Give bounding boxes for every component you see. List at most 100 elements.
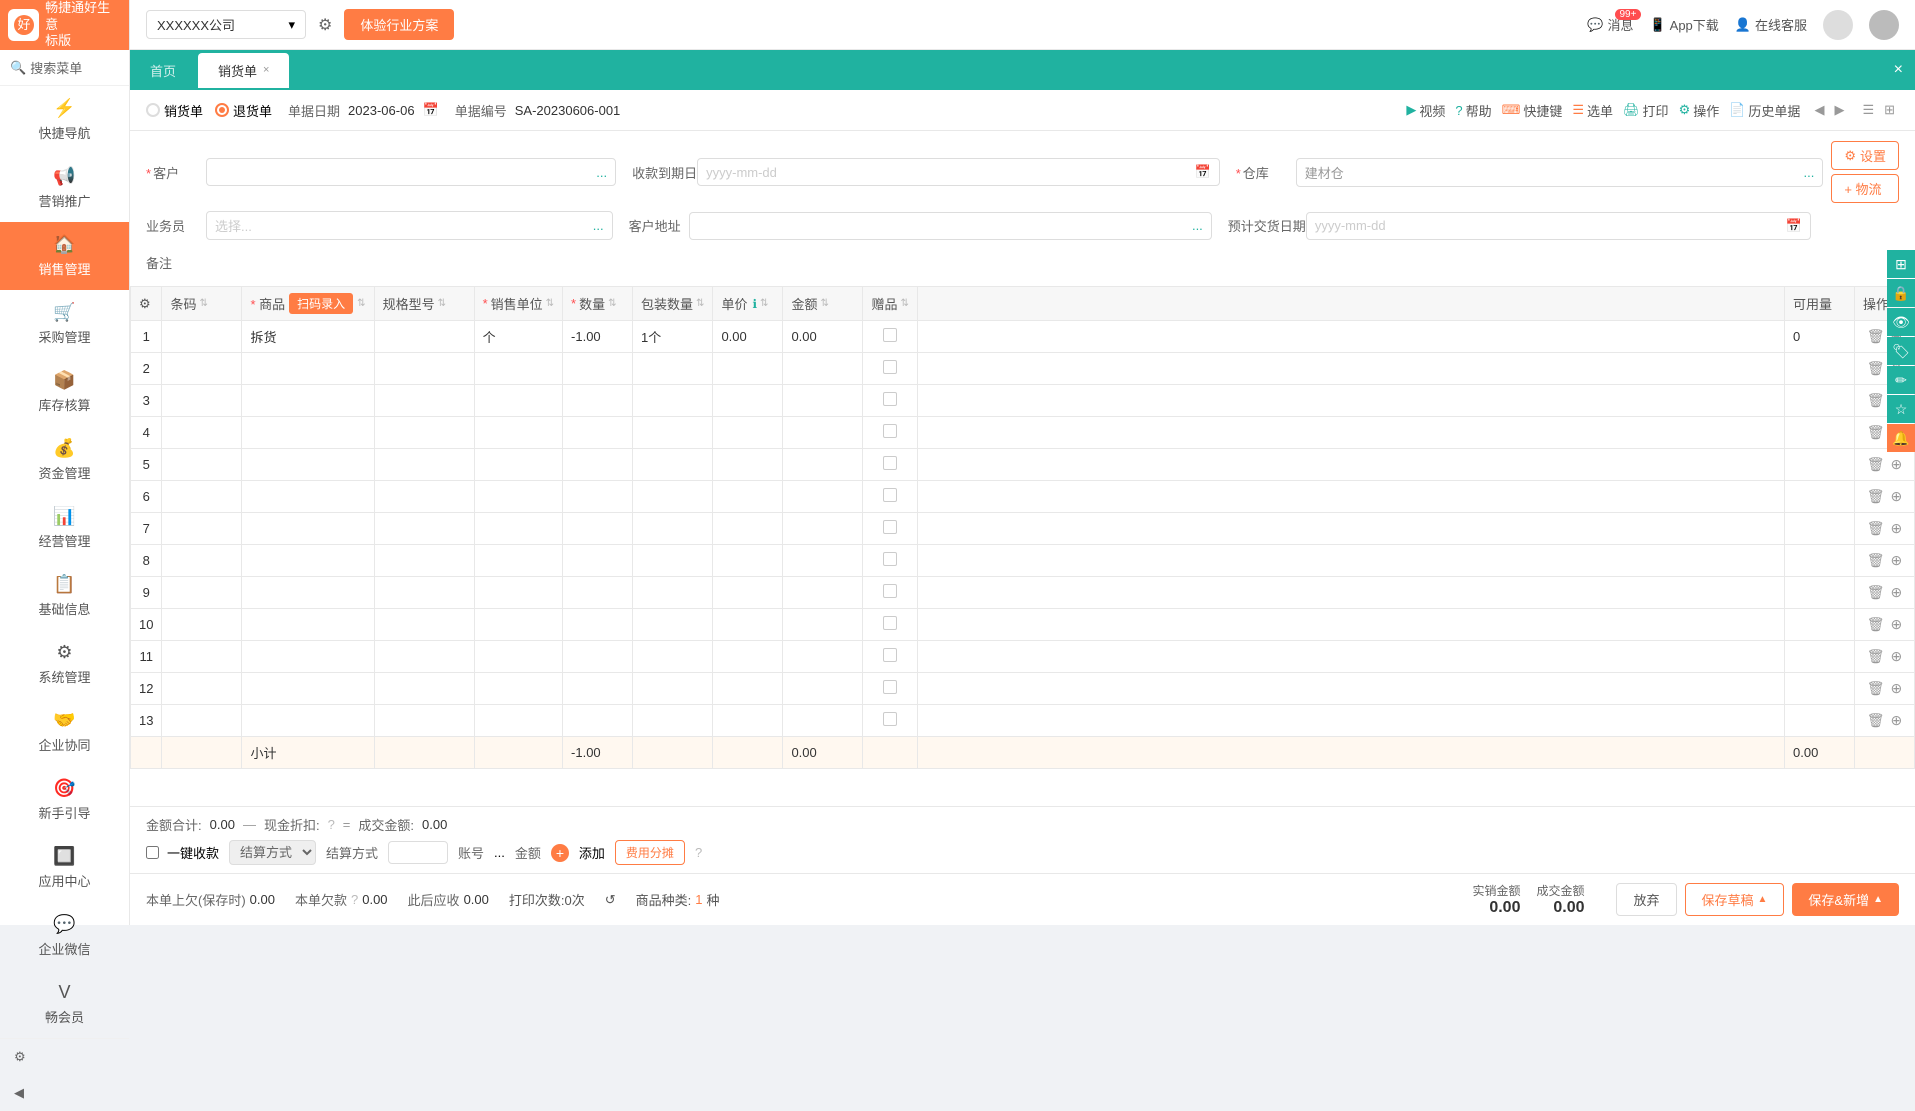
- cell-gift-5[interactable]: [863, 449, 917, 481]
- cell-goods-9[interactable]: [242, 577, 374, 609]
- cell-qty-11[interactable]: [563, 641, 633, 673]
- gift-checkbox-13[interactable]: [883, 712, 897, 726]
- cell-spec-5[interactable]: [374, 449, 474, 481]
- sidebar-settings-btn[interactable]: ⚙: [0, 1039, 129, 1075]
- cell-price-12[interactable]: [713, 673, 783, 705]
- cell-spec-12[interactable]: [374, 673, 474, 705]
- rf-star-btn[interactable]: ☆: [1887, 395, 1915, 423]
- gift-checkbox-1[interactable]: [883, 328, 897, 342]
- cell-goods-13[interactable]: [242, 705, 374, 737]
- add-payment-btn[interactable]: +: [551, 844, 569, 862]
- scan-btn[interactable]: 扫码录入: [289, 293, 353, 314]
- due-date-input[interactable]: yyyy-mm-dd 📅: [697, 158, 1220, 186]
- cell-unit-12[interactable]: [474, 673, 562, 705]
- cell-pkg-2[interactable]: [633, 353, 713, 385]
- cell-price-7[interactable]: [713, 513, 783, 545]
- delete-row-icon-9[interactable]: 🗑: [1867, 584, 1885, 601]
- cell-unit-9[interactable]: [474, 577, 562, 609]
- customer-input[interactable]: ...: [206, 158, 616, 186]
- sidebar-item-wechat[interactable]: 💬 企业微信: [0, 902, 129, 970]
- delete-row-icon-6[interactable]: 🗑: [1867, 488, 1885, 505]
- radio-sales[interactable]: 销货单: [146, 101, 203, 120]
- settings-btn[interactable]: ⚙ 设置: [1831, 141, 1899, 170]
- sidebar-collapse-btn[interactable]: ◀: [0, 1075, 129, 1111]
- delete-row-icon-3[interactable]: 🗑: [1867, 392, 1885, 409]
- rf-eye-btn[interactable]: 👁: [1887, 308, 1915, 336]
- cell-amount-1[interactable]: 0.00: [783, 321, 863, 353]
- user-avatar[interactable]: [1823, 10, 1853, 40]
- sidebar-item-inventory[interactable]: 📦 库存核算: [0, 358, 129, 426]
- cell-unit-2[interactable]: [474, 353, 562, 385]
- cell-qty-5[interactable]: [563, 449, 633, 481]
- cell-gift-7[interactable]: [863, 513, 917, 545]
- warehouse-input[interactable]: 建材仓 ...: [1296, 158, 1824, 187]
- cell-gift-2[interactable]: [863, 353, 917, 385]
- cell-unit-1[interactable]: 个: [474, 321, 562, 353]
- expense-split-btn[interactable]: 费用分摊: [615, 840, 685, 865]
- copy-row-icon-8[interactable]: ⊕: [1891, 552, 1903, 569]
- gift-checkbox-11[interactable]: [883, 648, 897, 662]
- copy-row-icon-6[interactable]: ⊕: [1891, 488, 1903, 505]
- cell-amount-6[interactable]: [783, 481, 863, 513]
- cell-barcode-1[interactable]: [162, 321, 242, 353]
- gift-checkbox-6[interactable]: [883, 488, 897, 502]
- cell-price-5[interactable]: [713, 449, 783, 481]
- calc-method-select[interactable]: 结算方式: [229, 840, 316, 865]
- cell-goods-4[interactable]: [242, 417, 374, 449]
- cell-qty-4[interactable]: [563, 417, 633, 449]
- company-select[interactable]: XXXXXX公司 ▾: [146, 10, 306, 39]
- rf-expand-btn[interactable]: ⊞: [1887, 250, 1915, 278]
- gift-checkbox-4[interactable]: [883, 424, 897, 438]
- cell-goods-2[interactable]: [242, 353, 374, 385]
- cell-barcode-4[interactable]: [162, 417, 242, 449]
- cell-qty-6[interactable]: [563, 481, 633, 513]
- cell-pkg-8[interactable]: [633, 545, 713, 577]
- cell-price-9[interactable]: [713, 577, 783, 609]
- cell-amount-8[interactable]: [783, 545, 863, 577]
- sidebar-item-finance[interactable]: 💰 资金管理: [0, 426, 129, 494]
- delete-row-icon-8[interactable]: 🗑: [1867, 552, 1885, 569]
- cell-gift-13[interactable]: [863, 705, 917, 737]
- nav-prev-icon[interactable]: ◀: [1810, 100, 1828, 120]
- gift-checkbox-9[interactable]: [883, 584, 897, 598]
- date-calendar-icon[interactable]: 📅: [423, 102, 439, 118]
- save-new-btn[interactable]: 保存&新增 ▲: [1792, 883, 1899, 916]
- cell-pkg-13[interactable]: [633, 705, 713, 737]
- sidebar-item-enterprise[interactable]: 🤝 企业协同: [0, 698, 129, 766]
- cell-unit-3[interactable]: [474, 385, 562, 417]
- cell-gift-6[interactable]: [863, 481, 917, 513]
- copy-row-icon-11[interactable]: ⊕: [1891, 648, 1903, 665]
- nav-next-icon[interactable]: ▶: [1830, 100, 1848, 120]
- delete-row-icon-7[interactable]: 🗑: [1867, 520, 1885, 537]
- cell-amount-9[interactable]: [783, 577, 863, 609]
- list-view-icon[interactable]: ☰: [1858, 100, 1878, 120]
- cell-price-10[interactable]: [713, 609, 783, 641]
- cell-price-13[interactable]: [713, 705, 783, 737]
- rf-lock-btn[interactable]: 🔒: [1887, 279, 1915, 307]
- cell-barcode-8[interactable]: [162, 545, 242, 577]
- sidebar-item-sales[interactable]: 🏠 销售管理: [0, 222, 129, 290]
- cell-spec-6[interactable]: [374, 481, 474, 513]
- print-info[interactable]: 打印次数:0次: [509, 890, 585, 909]
- delivery-date-input[interactable]: yyyy-mm-dd 📅: [1306, 212, 1811, 240]
- save-draft-btn[interactable]: 保存草稿 ▲: [1685, 883, 1785, 916]
- cell-pkg-3[interactable]: [633, 385, 713, 417]
- tab-home[interactable]: 首页: [130, 53, 196, 88]
- cell-qty-1[interactable]: -1.00: [563, 321, 633, 353]
- cell-amount-3[interactable]: [783, 385, 863, 417]
- cell-unit-5[interactable]: [474, 449, 562, 481]
- cell-gift-4[interactable]: [863, 417, 917, 449]
- cell-spec-3[interactable]: [374, 385, 474, 417]
- cell-gift-11[interactable]: [863, 641, 917, 673]
- cell-unit-7[interactable]: [474, 513, 562, 545]
- cell-barcode-13[interactable]: [162, 705, 242, 737]
- cell-qty-8[interactable]: [563, 545, 633, 577]
- gift-checkbox-2[interactable]: [883, 360, 897, 374]
- cell-pkg-9[interactable]: [633, 577, 713, 609]
- sidebar-item-basic[interactable]: 📋 基础信息: [0, 562, 129, 630]
- cell-unit-6[interactable]: [474, 481, 562, 513]
- cell-spec-10[interactable]: [374, 609, 474, 641]
- cell-spec-8[interactable]: [374, 545, 474, 577]
- cell-price-6[interactable]: [713, 481, 783, 513]
- cell-pkg-4[interactable]: [633, 417, 713, 449]
